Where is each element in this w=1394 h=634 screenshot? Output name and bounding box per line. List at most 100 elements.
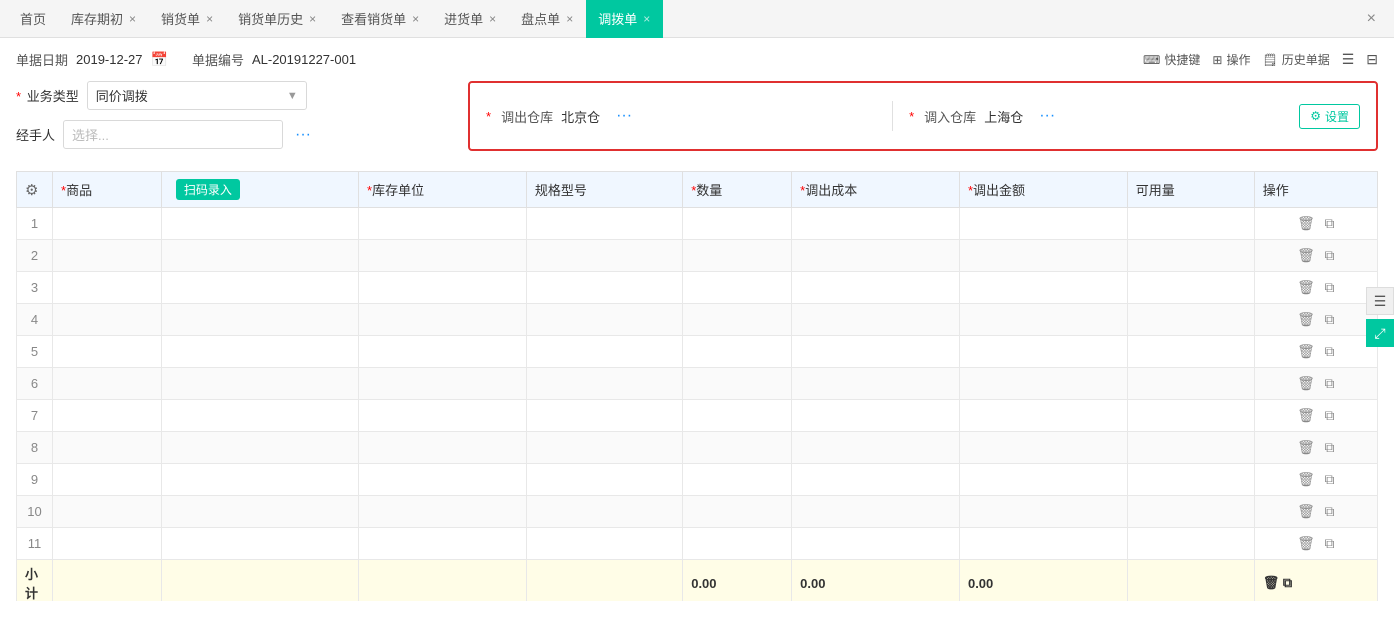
cell-available-3[interactable] bbox=[1127, 272, 1254, 304]
tab-purchase-order[interactable]: 进货单 × bbox=[432, 0, 509, 38]
cell-product-7[interactable] bbox=[53, 400, 162, 432]
cell-available-8[interactable] bbox=[1127, 432, 1254, 464]
tab-sales-order[interactable]: 销货单 × bbox=[149, 0, 226, 38]
cell-available-11[interactable] bbox=[1127, 528, 1254, 560]
scan-input-btn[interactable]: 扫码录入 bbox=[176, 179, 240, 200]
tab-transfer-order[interactable]: 调拨单 × bbox=[586, 0, 663, 38]
cell-cost-1[interactable] bbox=[792, 208, 960, 240]
cell-product-5[interactable] bbox=[53, 336, 162, 368]
cell-quantity-11[interactable] bbox=[683, 528, 792, 560]
cell-spec-11[interactable] bbox=[526, 528, 682, 560]
cell-amount-6[interactable] bbox=[959, 368, 1127, 400]
cell-cost-7[interactable] bbox=[792, 400, 960, 432]
delete-btn-11[interactable]: 🗑 bbox=[1297, 535, 1315, 551]
cell-unit-3[interactable] bbox=[359, 272, 527, 304]
cell-amount-1[interactable] bbox=[959, 208, 1127, 240]
cell-product-1[interactable] bbox=[53, 208, 162, 240]
cell-amount-9[interactable] bbox=[959, 464, 1127, 496]
cell-amount-10[interactable] bbox=[959, 496, 1127, 528]
cell-product-8[interactable] bbox=[53, 432, 162, 464]
cell-cost-3[interactable] bbox=[792, 272, 960, 304]
copy-btn-6[interactable]: ⧉ bbox=[1325, 375, 1335, 391]
cell-quantity-10[interactable] bbox=[683, 496, 792, 528]
cell-available-6[interactable] bbox=[1127, 368, 1254, 400]
shortcuts-btn[interactable]: ⌨ 快捷键 bbox=[1143, 51, 1200, 68]
delete-btn-3[interactable]: 🗑 bbox=[1297, 279, 1315, 295]
cell-available-4[interactable] bbox=[1127, 304, 1254, 336]
cell-cost-6[interactable] bbox=[792, 368, 960, 400]
tab-inventory-init[interactable]: 库存期初 × bbox=[59, 0, 149, 38]
cell-available-7[interactable] bbox=[1127, 400, 1254, 432]
cell-spec-8[interactable] bbox=[526, 432, 682, 464]
cell-unit-2[interactable] bbox=[359, 240, 527, 272]
cell-amount-4[interactable] bbox=[959, 304, 1127, 336]
cell-cost-8[interactable] bbox=[792, 432, 960, 464]
cell-quantity-1[interactable] bbox=[683, 208, 792, 240]
delete-btn-9[interactable]: 🗑 bbox=[1297, 471, 1315, 487]
tab-inventory-init-close[interactable]: × bbox=[129, 12, 136, 26]
right-float-expand-btn[interactable]: ⤢ bbox=[1366, 319, 1394, 347]
table-scroll[interactable]: ⚙ *商品 扫码录入 *库存单位 规格型号 *数量 bbox=[16, 171, 1378, 601]
layout-icon-2[interactable]: ⊟ bbox=[1366, 51, 1378, 68]
cell-quantity-6[interactable] bbox=[683, 368, 792, 400]
cell-cost-5[interactable] bbox=[792, 336, 960, 368]
cell-quantity-8[interactable] bbox=[683, 432, 792, 464]
cell-unit-7[interactable] bbox=[359, 400, 527, 432]
cell-spec-4[interactable] bbox=[526, 304, 682, 336]
cell-amount-5[interactable] bbox=[959, 336, 1127, 368]
cell-available-9[interactable] bbox=[1127, 464, 1254, 496]
cell-unit-5[interactable] bbox=[359, 336, 527, 368]
window-close-btn[interactable]: × bbox=[1361, 8, 1382, 30]
cell-spec-2[interactable] bbox=[526, 240, 682, 272]
cell-amount-11[interactable] bbox=[959, 528, 1127, 560]
copy-btn-4[interactable]: ⧉ bbox=[1325, 311, 1335, 327]
cell-unit-8[interactable] bbox=[359, 432, 527, 464]
right-float-list-btn[interactable]: ☰ bbox=[1366, 287, 1394, 315]
cell-available-1[interactable] bbox=[1127, 208, 1254, 240]
copy-btn-10[interactable]: ⧉ bbox=[1325, 503, 1335, 519]
cell-amount-7[interactable] bbox=[959, 400, 1127, 432]
tab-view-sales[interactable]: 查看销货单 × bbox=[329, 0, 432, 38]
copy-btn-7[interactable]: ⧉ bbox=[1325, 407, 1335, 423]
cell-product-6[interactable] bbox=[53, 368, 162, 400]
copy-btn-3[interactable]: ⧉ bbox=[1325, 279, 1335, 295]
tab-transfer-order-close[interactable]: × bbox=[643, 12, 650, 26]
cell-amount-2[interactable] bbox=[959, 240, 1127, 272]
cell-quantity-2[interactable] bbox=[683, 240, 792, 272]
cell-available-5[interactable] bbox=[1127, 336, 1254, 368]
cell-unit-4[interactable] bbox=[359, 304, 527, 336]
cell-unit-1[interactable] bbox=[359, 208, 527, 240]
cell-quantity-9[interactable] bbox=[683, 464, 792, 496]
cell-amount-3[interactable] bbox=[959, 272, 1127, 304]
subtotal-copy-icon[interactable]: ⧉ bbox=[1283, 575, 1292, 590]
cell-spec-9[interactable] bbox=[526, 464, 682, 496]
cell-product-3[interactable] bbox=[53, 272, 162, 304]
cell-available-2[interactable] bbox=[1127, 240, 1254, 272]
col-gear-icon[interactable]: ⚙ bbox=[25, 182, 38, 199]
cell-available-10[interactable] bbox=[1127, 496, 1254, 528]
history-btn[interactable]: 🗒 历史单据 bbox=[1262, 51, 1329, 68]
cell-cost-11[interactable] bbox=[792, 528, 960, 560]
cell-product-4[interactable] bbox=[53, 304, 162, 336]
source-warehouse-more-btn[interactable]: ··· bbox=[616, 107, 632, 125]
cell-spec-5[interactable] bbox=[526, 336, 682, 368]
copy-btn-2[interactable]: ⧉ bbox=[1325, 247, 1335, 263]
copy-btn-8[interactable]: ⧉ bbox=[1325, 439, 1335, 455]
delete-btn-2[interactable]: 🗑 bbox=[1297, 247, 1315, 263]
handler-select[interactable]: 选择... bbox=[63, 120, 283, 149]
handler-more-btn[interactable]: ··· bbox=[291, 126, 315, 144]
delete-btn-7[interactable]: 🗑 bbox=[1297, 407, 1315, 423]
cell-cost-9[interactable] bbox=[792, 464, 960, 496]
cell-product-11[interactable] bbox=[53, 528, 162, 560]
target-warehouse-more-btn[interactable]: ··· bbox=[1039, 107, 1055, 125]
cell-product-10[interactable] bbox=[53, 496, 162, 528]
cell-unit-11[interactable] bbox=[359, 528, 527, 560]
business-type-select[interactable]: 同价调拨 ▼ bbox=[87, 81, 307, 110]
cell-spec-6[interactable] bbox=[526, 368, 682, 400]
operations-btn[interactable]: ⊞ 操作 bbox=[1212, 51, 1250, 68]
copy-btn-5[interactable]: ⧉ bbox=[1325, 343, 1335, 359]
setting-btn[interactable]: ⚙ 设置 bbox=[1299, 104, 1360, 129]
tab-inventory-check[interactable]: 盘点单 × bbox=[509, 0, 586, 38]
delete-btn-1[interactable]: 🗑 bbox=[1297, 215, 1315, 231]
cell-spec-10[interactable] bbox=[526, 496, 682, 528]
